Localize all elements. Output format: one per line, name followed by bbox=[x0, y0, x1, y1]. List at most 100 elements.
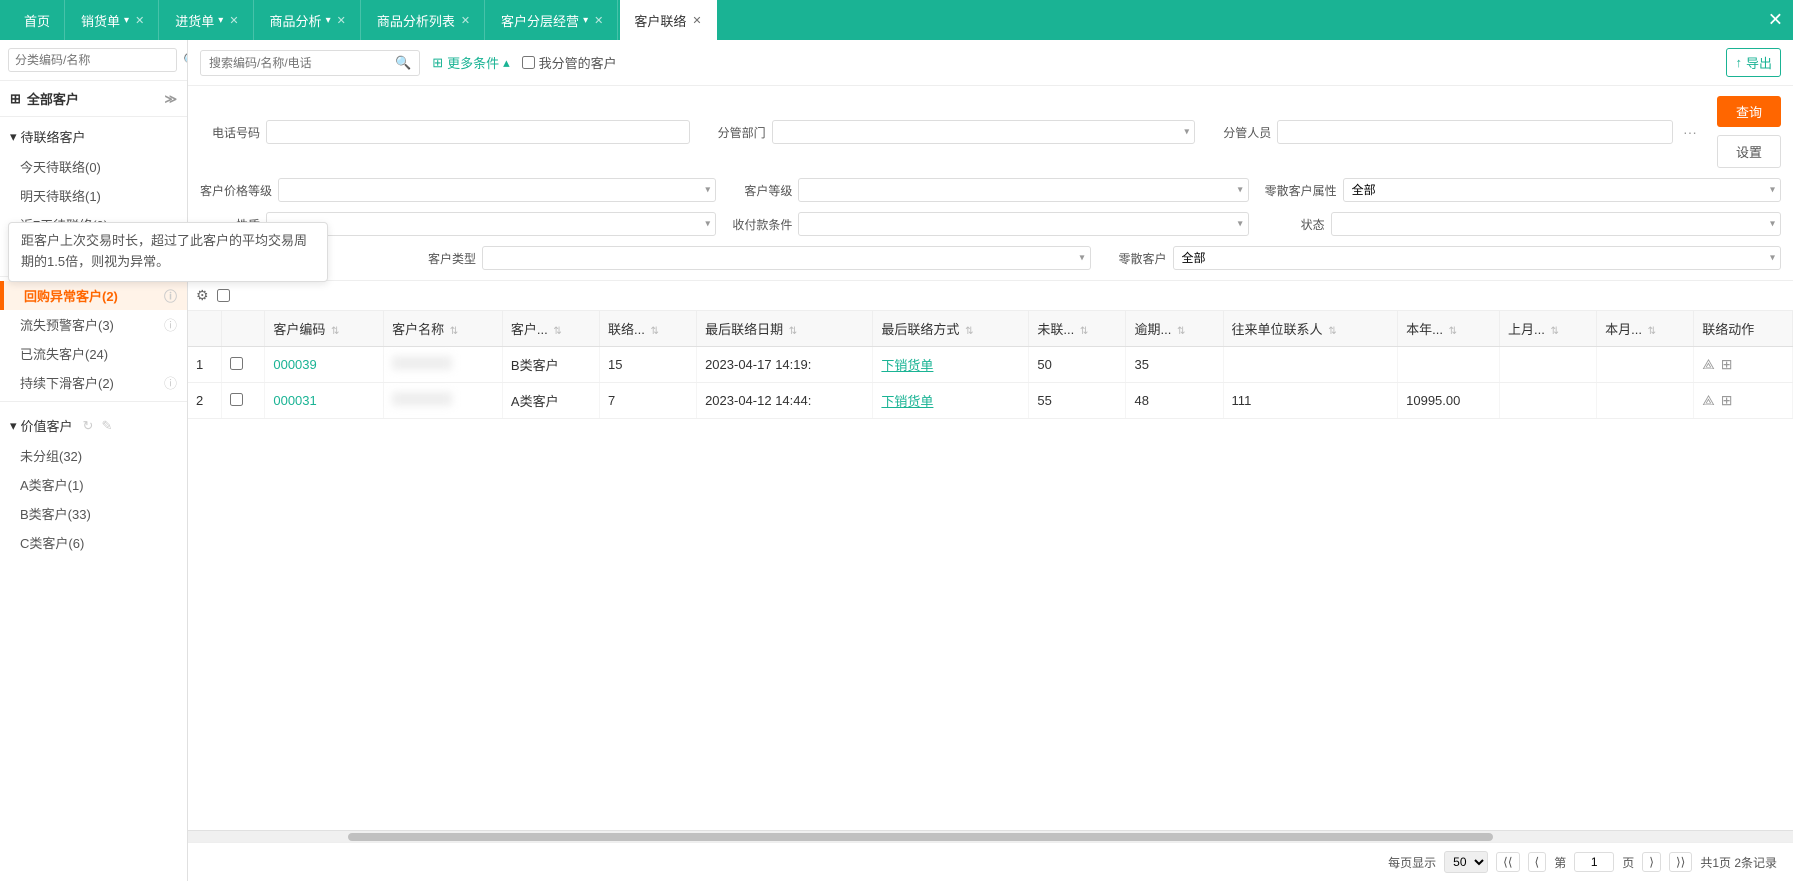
th-year-amount[interactable]: 本年... ⇅ bbox=[1398, 311, 1500, 347]
page-first-btn[interactable]: ⟨⟨ bbox=[1496, 852, 1519, 872]
nav-tab-analysis-close[interactable]: ✕ bbox=[337, 14, 346, 27]
nav-tab-sales-close[interactable]: ✕ bbox=[135, 14, 144, 27]
nav-tab-cust-segment-label: 客户分层经营 bbox=[501, 11, 579, 30]
status-select[interactable] bbox=[1331, 212, 1781, 236]
row1-contact-way-link[interactable]: 下销货单 bbox=[881, 358, 933, 373]
top-filter-bar: 🔍 ⊞ 更多条件 ▴ 我分管的客户 ↑ 导出 bbox=[188, 40, 1793, 86]
sidebar-item-today[interactable]: 今天待联络(0) bbox=[0, 152, 187, 181]
row1-link-icon[interactable]: ⟁ bbox=[1702, 356, 1715, 373]
refresh-icon[interactable]: ↻ bbox=[83, 418, 94, 434]
nav-tab-sales[interactable]: 销货单 ▾ ✕ bbox=[67, 0, 159, 40]
phone-input[interactable] bbox=[266, 120, 690, 144]
sidebar-item-churn-warning[interactable]: 流失预警客户(3) ⓘ bbox=[0, 310, 187, 339]
th-last-contact-way[interactable]: 最后联络方式 ⇅ bbox=[873, 311, 1029, 347]
nav-tab-sales-label: 销货单 bbox=[81, 11, 120, 30]
info-icon: ⓘ bbox=[164, 286, 177, 305]
edit-icon[interactable]: ✎ bbox=[101, 418, 112, 434]
cust-level-select[interactable] bbox=[798, 178, 1248, 202]
nav-tab-cust-segment[interactable]: 客户分层经营 ▾ ✕ bbox=[487, 0, 618, 40]
sort-last-contact-way-icon: ⇅ bbox=[965, 326, 973, 337]
more-conditions-btn[interactable]: ⊞ 更多条件 ▴ bbox=[432, 53, 509, 72]
nav-tab-cust-contact-close[interactable]: ✕ bbox=[692, 14, 701, 27]
select-all-checkbox[interactable] bbox=[217, 289, 230, 302]
sort-unliaised-icon: ⇅ bbox=[1080, 326, 1088, 337]
th-this-month[interactable]: 本月... ⇅ bbox=[1597, 311, 1694, 347]
th-last-month[interactable]: 上月... ⇅ bbox=[1500, 311, 1597, 347]
row1-last-contact-way[interactable]: 下销货单 bbox=[873, 347, 1029, 383]
cust-type-select[interactable] bbox=[482, 246, 1091, 270]
settings-button[interactable]: 设置 bbox=[1717, 135, 1781, 168]
row2-grid-icon[interactable]: ⊞ bbox=[1721, 392, 1733, 409]
row1-name bbox=[384, 347, 503, 383]
th-code[interactable]: 客户编码 ⇅ bbox=[265, 311, 384, 347]
row2-contact-way-link[interactable]: 下销货单 bbox=[881, 394, 933, 409]
page-num-input[interactable]: 1 bbox=[1574, 852, 1614, 872]
nav-tab-analysis-list[interactable]: 商品分析列表 ✕ bbox=[363, 0, 485, 40]
cust-level-select-wrap: ▾ bbox=[798, 178, 1248, 202]
sidebar-item-unclassified[interactable]: 未分组(32) bbox=[0, 441, 187, 470]
th-overdue[interactable]: 逾期... ⇅ bbox=[1126, 311, 1223, 347]
my-customers-checkbox[interactable] bbox=[522, 56, 535, 69]
page-last-btn[interactable]: ⟩⟩ bbox=[1669, 852, 1692, 872]
sidebar-item-classC[interactable]: C类客户(6) bbox=[0, 528, 187, 557]
price-level-select[interactable] bbox=[278, 178, 716, 202]
th-cust-type[interactable]: 客户... ⇅ bbox=[502, 311, 599, 347]
row2-check[interactable] bbox=[230, 393, 243, 406]
sidebar-item-classA[interactable]: A类客户(1) bbox=[0, 470, 187, 499]
sidebar-group-value[interactable]: ▾ 价值客户 ↻ ✎ bbox=[0, 410, 187, 441]
more-conditions-label: 更多条件 bbox=[447, 53, 499, 72]
retail-attr-select[interactable]: 全部 bbox=[1343, 178, 1781, 202]
gender-select[interactable] bbox=[266, 212, 716, 236]
nav-tab-cust-segment-close[interactable]: ✕ bbox=[594, 14, 603, 27]
sidebar-item-repurchase-anomaly[interactable]: 回购异常客户(2) ⓘ bbox=[0, 281, 187, 310]
row2-code[interactable]: 000031 bbox=[265, 383, 384, 419]
retail-cust-select[interactable]: 全部 bbox=[1173, 246, 1782, 270]
manager-input[interactable] bbox=[1277, 120, 1673, 144]
th-last-contact-date[interactable]: 最后联络日期 ⇅ bbox=[697, 311, 873, 347]
export-button[interactable]: ↑ 导出 bbox=[1726, 48, 1781, 77]
payment-select[interactable] bbox=[798, 212, 1248, 236]
th-name[interactable]: 客户名称 ⇅ bbox=[384, 311, 503, 347]
manager-dots[interactable]: ··· bbox=[1679, 124, 1701, 140]
row1-code[interactable]: 000039 bbox=[265, 347, 384, 383]
row2-cust-type: A类客户 bbox=[502, 383, 599, 419]
row2-last-contact-way[interactable]: 下销货单 bbox=[873, 383, 1029, 419]
sort-year-amount-icon: ⇅ bbox=[1449, 326, 1457, 337]
dept-select[interactable] bbox=[772, 120, 1196, 144]
scrollbar-thumb[interactable] bbox=[348, 833, 1493, 841]
sidebar-search-input[interactable] bbox=[8, 48, 177, 72]
nav-tab-home[interactable]: 首页 bbox=[10, 0, 65, 40]
horizontal-scrollbar[interactable] bbox=[188, 830, 1793, 842]
sidebar-item-declining[interactable]: 持续下滑客户(2) ⓘ bbox=[0, 368, 187, 397]
page-next-btn[interactable]: ⟩ bbox=[1642, 852, 1661, 872]
table-gear-icon[interactable]: ⚙ bbox=[196, 287, 209, 304]
main-search-input[interactable] bbox=[209, 56, 389, 70]
th-unit-contact[interactable]: 往来单位联系人 ⇅ bbox=[1223, 311, 1398, 347]
row2-link-icon[interactable]: ⟁ bbox=[1702, 392, 1715, 409]
nav-tab-purchase[interactable]: 进货单 ▾ ✕ bbox=[161, 0, 253, 40]
sidebar-collapse-btn[interactable]: ≫ bbox=[164, 92, 177, 106]
main-search-icon[interactable]: 🔍 bbox=[395, 55, 411, 71]
th-unliaised[interactable]: 未联... ⇅ bbox=[1029, 311, 1126, 347]
per-page-select[interactable]: 50 bbox=[1444, 851, 1488, 873]
sidebar-item-churned[interactable]: 已流失客户(24) bbox=[0, 339, 187, 368]
sidebar-group-pending[interactable]: ▾ 待联络客户 bbox=[0, 121, 187, 152]
sidebar-item-classB[interactable]: B类客户(33) bbox=[0, 499, 187, 528]
nav-tab-analysis[interactable]: 商品分析 ▾ ✕ bbox=[256, 0, 361, 40]
my-customers-toggle[interactable]: 我分管的客户 bbox=[522, 53, 617, 72]
row1-grid-icon[interactable]: ⊞ bbox=[1721, 356, 1733, 373]
nav-tab-purchase-close[interactable]: ✕ bbox=[229, 14, 238, 27]
table-container[interactable]: 客户编码 ⇅ 客户名称 ⇅ 客户... ⇅ 联络... bbox=[188, 311, 1793, 830]
nav-tab-cust-contact[interactable]: 客户联络 ✕ bbox=[620, 0, 716, 40]
page-prev-btn[interactable]: ⟨ bbox=[1528, 852, 1547, 872]
close-window-icon[interactable]: ✕ bbox=[1768, 10, 1783, 31]
nav-tab-analysis-list-close[interactable]: ✕ bbox=[461, 14, 470, 27]
chevron-up-icon: ▴ bbox=[503, 55, 510, 71]
th-contact-num[interactable]: 联络... ⇅ bbox=[600, 311, 697, 347]
row1-check[interactable] bbox=[230, 357, 243, 370]
chevron-down-icon-2: ▾ bbox=[10, 418, 17, 434]
th-actions: 联络动作 bbox=[1694, 311, 1793, 347]
query-button[interactable]: 查询 bbox=[1717, 96, 1781, 127]
sidebar-item-tomorrow[interactable]: 明天待联络(1) bbox=[0, 181, 187, 210]
th-year-amount-label: 本年... bbox=[1406, 322, 1443, 337]
